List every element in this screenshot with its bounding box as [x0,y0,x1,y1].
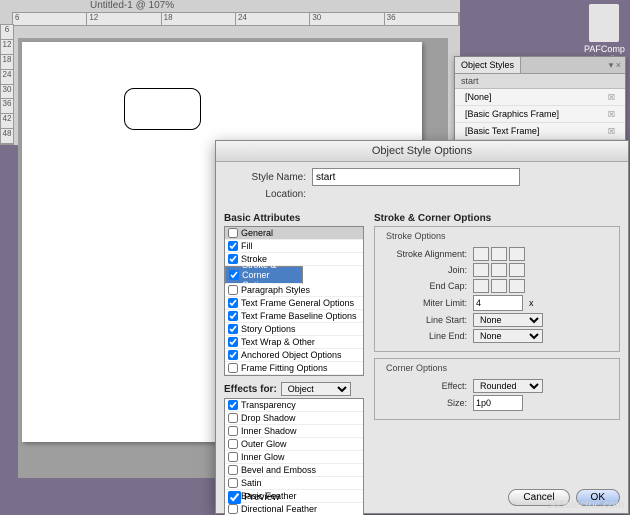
file-icon [589,4,619,42]
document-title: Untitled-1 @ 107% [90,0,174,11]
object-style-options-dialog: Object Style Options Style Name: Locatio… [215,140,629,514]
effect-item[interactable]: Inner Glow [225,451,363,464]
join-3[interactable] [509,263,525,277]
ruler-horizontal: 61218243036 [12,12,460,26]
effect-item[interactable]: Bevel and Emboss [225,464,363,477]
preview-label: Preview [244,492,280,503]
corner-effect-select[interactable]: Rounded [473,379,543,393]
miter-label: Miter Limit: [381,298,467,308]
corner-effect-label: Effect: [381,381,467,391]
corner-size-input[interactable] [473,395,523,411]
corner-size-label: Size: [381,398,467,408]
basic-attributes-heading: Basic Attributes [224,213,364,224]
endcap-2[interactable] [491,279,507,293]
effect-item[interactable]: Outer Glow [225,438,363,451]
endcap-1[interactable] [473,279,489,293]
endcap-label: End Cap: [381,281,467,291]
location-label: Location: [226,189,306,200]
join-label: Join: [381,265,467,275]
stroke-align-2[interactable] [491,247,507,261]
rounded-rectangle-object[interactable] [124,88,201,130]
object-style-item[interactable]: [None]☒ [455,89,625,106]
panel-subtitle: start [455,74,625,89]
basic-attribute-item[interactable]: Anchored Object Options [225,349,363,362]
basic-attribute-item[interactable]: Text Frame Baseline Options [225,310,363,323]
stroke-align-1[interactable] [473,247,489,261]
basic-attribute-item[interactable]: Paragraph Styles [225,284,363,297]
corner-options-group: Corner Options Effect: Rounded Size: [374,358,620,420]
style-name-input[interactable] [312,168,520,186]
line-start-select[interactable]: None [473,313,543,327]
endcap-3[interactable] [509,279,525,293]
join-1[interactable] [473,263,489,277]
corner-options-legend: Corner Options [383,363,450,373]
watermark: 365electric.com [547,499,624,511]
miter-input[interactable] [473,295,523,311]
basic-attribute-item[interactable]: General [225,227,363,240]
effects-for-label: Effects for: [224,384,277,395]
line-end-label: Line End: [381,331,467,341]
basic-attribute-item[interactable]: Stroke & Corner Options [225,266,303,284]
stroke-options-legend: Stroke Options [383,231,449,241]
effects-for-select[interactable]: Object [281,382,351,396]
document-window: Untitled-1 @ 107% 61218243036 6121824303… [0,0,460,145]
join-2[interactable] [491,263,507,277]
panel-menu-icon[interactable]: ▾ × [605,60,625,71]
preview-checkbox[interactable] [228,491,241,504]
stroke-options-group: Stroke Options Stroke Alignment: Join: E… [374,226,620,352]
desktop-file[interactable]: PAFComp nion_lla [584,4,624,64]
object-style-item[interactable]: [Basic Text Frame]☒ [455,123,625,140]
basic-attribute-item[interactable]: Story Options [225,323,363,336]
panel-tab-object-styles[interactable]: Object Styles [455,57,521,73]
dialog-title: Object Style Options [216,141,628,162]
effect-item[interactable]: Transparency [225,399,363,412]
miter-x: x [529,298,534,308]
basic-attribute-item[interactable]: Fill [225,240,363,253]
stroke-align-3[interactable] [509,247,525,261]
basic-attribute-item[interactable]: Text Frame General Options [225,297,363,310]
stroke-alignment-label: Stroke Alignment: [381,249,467,259]
effect-item[interactable]: Inner Shadow [225,425,363,438]
object-style-item[interactable]: [Basic Graphics Frame]☒ [455,106,625,123]
ruler-vertical: 612182430364248 [0,24,14,145]
line-end-select[interactable]: None [473,329,543,343]
basic-attribute-item[interactable]: Text Wrap & Other [225,336,363,349]
stroke-corner-heading: Stroke & Corner Options [374,213,620,224]
style-name-label: Style Name: [226,172,306,183]
effect-item[interactable]: Drop Shadow [225,412,363,425]
line-start-label: Line Start: [381,315,467,325]
basic-attribute-item[interactable]: Frame Fitting Options [225,362,363,375]
basic-attributes-list[interactable]: GeneralFillStrokeStroke & Corner Options… [224,226,364,376]
